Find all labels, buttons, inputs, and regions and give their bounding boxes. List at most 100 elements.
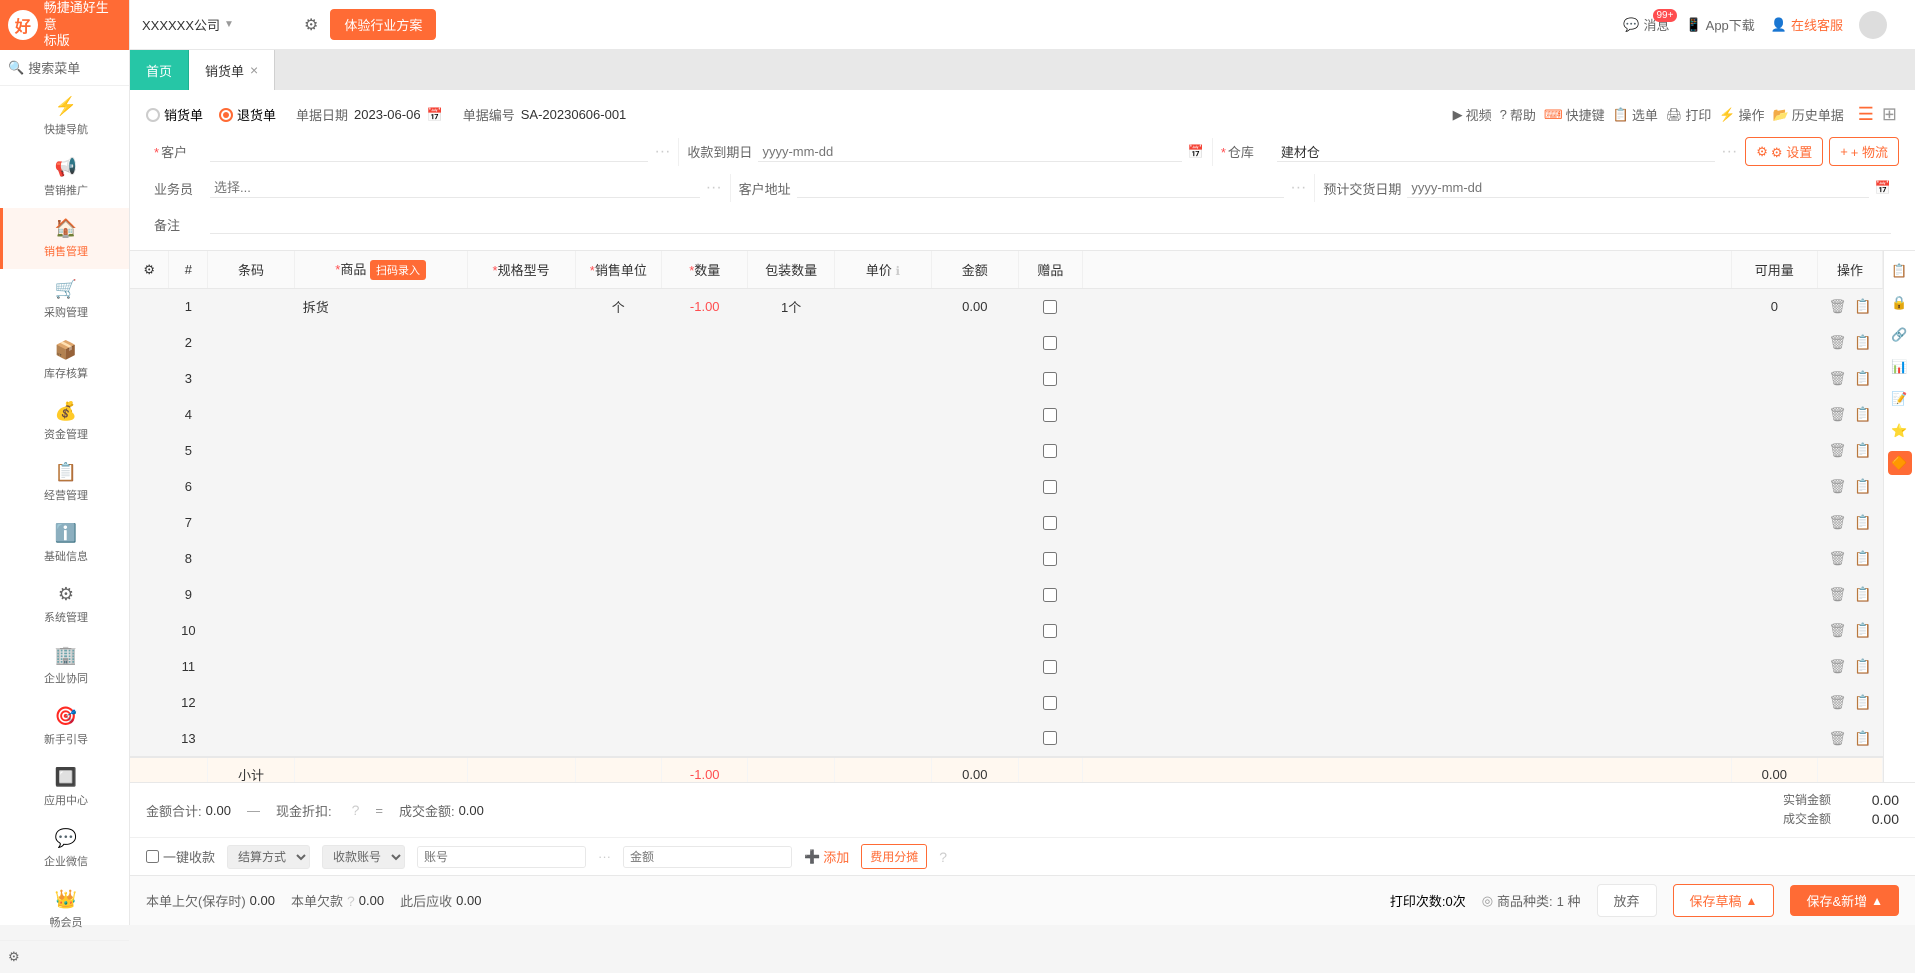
topbar-gear-icon[interactable]: ⚙ <box>300 11 322 39</box>
one-click-payment-checkbox[interactable]: 一键收款 <box>146 847 215 866</box>
sidebar-item-inventory[interactable]: 📦 库存核算 <box>0 330 129 391</box>
payment-account-select[interactable]: 收款账号 <box>322 845 405 869</box>
gift-checkbox[interactable] <box>1043 731 1057 745</box>
row-gift[interactable] <box>1018 433 1083 469</box>
table-scroll-area[interactable]: ⚙ # 条码 *商品 扫码录入 *规格型号 <box>130 251 1883 782</box>
row-pack-qty[interactable] <box>748 361 834 397</box>
row-qty[interactable] <box>662 361 748 397</box>
row-notes[interactable] <box>1083 649 1731 685</box>
row-notes[interactable] <box>1083 397 1731 433</box>
payment-amount-input[interactable] <box>623 846 792 868</box>
row-gift[interactable] <box>1018 721 1083 757</box>
row-barcode[interactable] <box>208 649 294 685</box>
panel-btn-2[interactable]: 🔒 <box>1888 291 1912 315</box>
delete-row-btn[interactable]: 🗑 <box>1827 584 1849 605</box>
row-barcode[interactable] <box>208 505 294 541</box>
row-amount[interactable] <box>932 685 1018 721</box>
delete-row-btn[interactable]: 🗑 <box>1827 476 1849 497</box>
row-product[interactable] <box>294 325 467 361</box>
row-notes[interactable] <box>1083 361 1731 397</box>
row-amount[interactable] <box>932 325 1018 361</box>
delete-row-btn[interactable]: 🗑 <box>1827 440 1849 461</box>
row-price[interactable] <box>834 685 931 721</box>
row-unit[interactable] <box>575 469 661 505</box>
sidebar-item-quick-nav[interactable]: ⚡ 快捷导航 <box>0 86 129 147</box>
sidebar-item-sales[interactable]: 🏠 销售管理 <box>0 208 129 269</box>
shortcut-btn[interactable]: ⌨ 快捷键 <box>1544 105 1605 124</box>
copy-row-btn[interactable]: 📋 <box>1852 728 1873 749</box>
row-gift[interactable] <box>1018 613 1083 649</box>
row-barcode[interactable] <box>208 613 294 649</box>
row-gift[interactable] <box>1018 685 1083 721</box>
row-spec[interactable] <box>467 613 575 649</box>
expected-date-calendar-icon[interactable]: 📅 <box>1875 180 1891 196</box>
row-pack-qty[interactable] <box>748 505 834 541</box>
history-btn[interactable]: 📂 历史单据 <box>1773 105 1844 124</box>
fees-help-icon[interactable]: ? <box>939 849 947 865</box>
row-spec[interactable] <box>467 577 575 613</box>
row-spec[interactable] <box>467 433 575 469</box>
row-unit[interactable] <box>575 577 661 613</box>
row-price[interactable] <box>834 289 931 325</box>
customer-addr-input[interactable] <box>797 178 1285 198</box>
view-grid-btn[interactable]: ⊞ <box>1880 102 1899 127</box>
sidebar-item-system[interactable]: ⚙ 系统管理 <box>0 574 129 635</box>
row-qty[interactable] <box>662 721 748 757</box>
row-notes[interactable] <box>1083 685 1731 721</box>
scan-button[interactable]: 扫码录入 <box>370 260 426 280</box>
gift-checkbox[interactable] <box>1043 408 1057 422</box>
sidebar-item-wechat[interactable]: 💬 企业微信 <box>0 818 129 879</box>
row-spec[interactable] <box>467 289 575 325</box>
delete-row-btn[interactable]: 🗑 <box>1827 368 1849 389</box>
row-amount[interactable] <box>932 721 1018 757</box>
delete-row-btn[interactable]: 🗑 <box>1827 404 1849 425</box>
copy-row-btn[interactable]: 📋 <box>1852 368 1873 389</box>
row-barcode[interactable] <box>208 325 294 361</box>
fees-split-button[interactable]: 费用分摊 <box>861 844 927 869</box>
row-unit[interactable] <box>575 721 661 757</box>
row-unit[interactable] <box>575 649 661 685</box>
row-qty[interactable] <box>662 649 748 685</box>
copy-row-btn[interactable]: 📋 <box>1852 332 1873 353</box>
row-notes[interactable] <box>1083 505 1731 541</box>
row-product[interactable]: 拆货 <box>294 289 467 325</box>
panel-btn-4[interactable]: 📊 <box>1888 355 1912 379</box>
row-amount[interactable]: 0.00 <box>932 289 1018 325</box>
logistics-button[interactable]: + + 物流 <box>1829 137 1899 166</box>
row-spec[interactable] <box>467 397 575 433</box>
gift-checkbox[interactable] <box>1043 516 1057 530</box>
row-barcode[interactable] <box>208 397 294 433</box>
tab-sales-order[interactable]: 销货单 × <box>189 50 275 90</box>
gift-checkbox[interactable] <box>1043 480 1057 494</box>
app-download-button[interactable]: 📱 App下载 <box>1685 15 1754 34</box>
one-click-checkbox-input[interactable] <box>146 850 159 863</box>
salesman-more-icon[interactable]: ··· <box>706 179 722 197</box>
row-pack-qty[interactable] <box>748 433 834 469</box>
sidebar-search[interactable]: 🔍 搜索菜单 <box>0 50 129 86</box>
row-barcode[interactable] <box>208 721 294 757</box>
row-price[interactable] <box>834 505 931 541</box>
row-price[interactable] <box>834 361 931 397</box>
row-pack-qty[interactable] <box>748 613 834 649</box>
owe-help-icon[interactable]: ? <box>347 893 355 909</box>
row-qty[interactable] <box>662 685 748 721</box>
gift-checkbox[interactable] <box>1043 444 1057 458</box>
row-product[interactable] <box>294 505 467 541</box>
user-avatar[interactable] <box>1859 11 1887 39</box>
row-pack-qty[interactable] <box>748 397 834 433</box>
sidebar-settings-btn[interactable]: ⚙ <box>0 941 129 973</box>
discount-help-icon[interactable]: ? <box>352 802 360 818</box>
row-amount[interactable] <box>932 613 1018 649</box>
row-notes[interactable] <box>1083 613 1731 649</box>
salesman-input[interactable] <box>210 178 700 198</box>
row-pack-qty[interactable] <box>748 685 834 721</box>
sidebar-item-enterprise[interactable]: 🏢 企业协同 <box>0 635 129 696</box>
addr-more-icon[interactable]: ··· <box>1290 179 1306 197</box>
save-new-button[interactable]: 保存&新增 ▲ <box>1790 885 1899 916</box>
row-gift[interactable] <box>1018 289 1083 325</box>
copy-row-btn[interactable]: 📋 <box>1852 512 1873 533</box>
gift-checkbox[interactable] <box>1043 372 1057 386</box>
row-price[interactable] <box>834 541 931 577</box>
row-price[interactable] <box>834 397 931 433</box>
delete-row-btn[interactable]: 🗑 <box>1827 332 1849 353</box>
